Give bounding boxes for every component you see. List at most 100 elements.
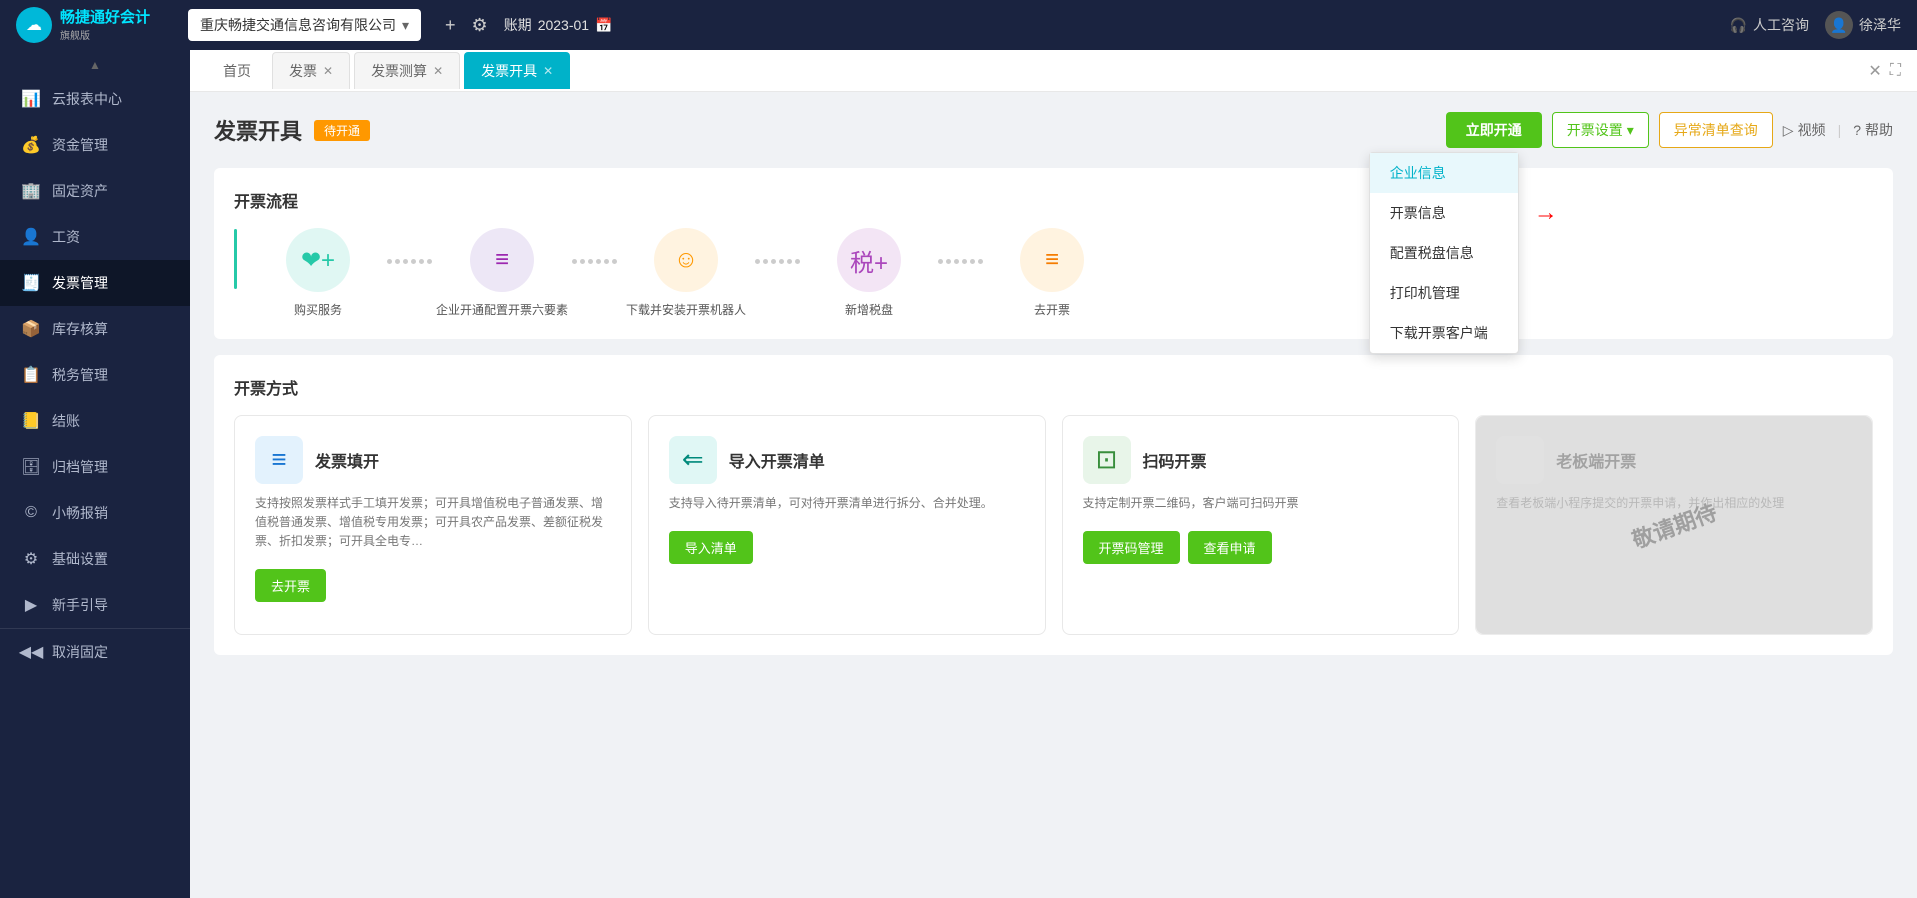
dropdown-item-2[interactable]: 配置税盘信息 bbox=[1370, 233, 1518, 273]
overlay-text-3: 敬请期待 bbox=[1627, 495, 1721, 555]
settings-button[interactable]: ⚙ bbox=[468, 11, 492, 40]
sidebar-item-归档管理[interactable]: 🗄 归档管理 bbox=[0, 444, 190, 490]
flow-step-3: 税+ 新增税盘 bbox=[804, 228, 934, 319]
settings-dropdown-menu: 企业信息开票信息配置税盘信息打印机管理下载开票客户端 → bbox=[1369, 152, 1519, 354]
flow-step-icon-4: ≡ bbox=[1020, 228, 1084, 292]
play-icon: ▷ bbox=[1783, 122, 1794, 139]
logo-sub: 旗舰版 bbox=[60, 27, 150, 42]
tab-close-all-button[interactable]: ✕ bbox=[1868, 61, 1881, 81]
flow-step-icon-1: ≡ bbox=[470, 228, 534, 292]
sidebar-item-固定资产[interactable]: 🏢 固定资产 bbox=[0, 168, 190, 214]
method-card-0: ≡ 发票填开 支持按照发票样式手工填开发票；可开具增值税电子普通发票、增值税普通… bbox=[234, 415, 632, 635]
method-card-3: 老板端开票 查看老板端小程序提交的开票申请，并作出相应的处理 敬请期待 bbox=[1475, 415, 1873, 635]
flow-step-label-0: 购买服务 bbox=[294, 302, 342, 319]
method-header-1: ⇐ 导入开票清单 bbox=[669, 436, 1025, 484]
help-button[interactable]: ? 帮助 bbox=[1853, 120, 1893, 140]
avatar: 👤 bbox=[1825, 11, 1853, 39]
method-title-0: 发票填开 bbox=[315, 448, 379, 472]
sidebar-label-3: 工资 bbox=[52, 227, 80, 247]
method-action1-0[interactable]: 去开票 bbox=[255, 569, 326, 602]
page-header: 发票开具 待开通 立即开通 开票设置 ▾ 企业信息开票信息配置税盘信息打印机管理… bbox=[214, 112, 1893, 148]
methods-section: 开票方式 ≡ 发票填开 支持按照发票样式手工填开发票；可开具增值税电子普通发票、… bbox=[214, 355, 1893, 655]
dropdown-item-3[interactable]: 打印机管理 bbox=[1370, 273, 1518, 313]
flow-connector-0 bbox=[383, 259, 436, 264]
cancel-pin-icon: ◀◀ bbox=[20, 641, 42, 663]
activate-button[interactable]: 立即开通 bbox=[1446, 112, 1542, 148]
company-selector[interactable]: 重庆畅捷交通信息咨询有限公司 ▾ bbox=[188, 9, 421, 41]
sidebar-item-云报表中心[interactable]: 📊 云报表中心 bbox=[0, 76, 190, 122]
method-icon-0: ≡ bbox=[255, 436, 303, 484]
period-label: 账期 bbox=[504, 15, 532, 35]
dropdown-item-4[interactable]: 下载开票客户端 bbox=[1370, 313, 1518, 353]
top-right-area: 🎧 人工咨询 👤 徐泽华 bbox=[1730, 11, 1901, 39]
user-area[interactable]: 👤 徐泽华 bbox=[1825, 11, 1901, 39]
abnormal-list-button[interactable]: 异常清单查询 bbox=[1659, 112, 1773, 148]
sidebar-label-0: 云报表中心 bbox=[52, 89, 122, 109]
page-header-actions: 立即开通 开票设置 ▾ 企业信息开票信息配置税盘信息打印机管理下载开票客户端 → bbox=[1446, 112, 1893, 148]
tab-label-3: 发票开具 bbox=[481, 61, 537, 81]
sidebar-item-库存核算[interactable]: 📦 库存核算 bbox=[0, 306, 190, 352]
tab-close-2[interactable]: ✕ bbox=[433, 64, 443, 78]
settings-dropdown-button[interactable]: 开票设置 ▾ bbox=[1552, 112, 1649, 148]
page-content: 发票开具 待开通 立即开通 开票设置 ▾ 企业信息开票信息配置税盘信息打印机管理… bbox=[190, 92, 1917, 898]
tab-close-1[interactable]: ✕ bbox=[323, 64, 333, 78]
flow-step-label-1: 企业开通配置开票六要素 bbox=[436, 302, 568, 319]
flow-step-icon-3: 税+ bbox=[837, 228, 901, 292]
sidebar-item-发票管理[interactable]: 🧾 发票管理 bbox=[0, 260, 190, 306]
consulting-label: 人工咨询 bbox=[1753, 15, 1809, 35]
add-tab-button[interactable]: + bbox=[441, 11, 460, 40]
method-overlay-3: 敬请期待 bbox=[1476, 416, 1872, 634]
sidebar-item-小畅报销[interactable]: © 小畅报销 bbox=[0, 490, 190, 536]
username: 徐泽华 bbox=[1859, 15, 1901, 35]
method-action1-2[interactable]: 开票码管理 bbox=[1083, 531, 1180, 564]
flow-step-label-3: 新增税盘 bbox=[845, 302, 893, 319]
sidebar-scroll-up[interactable]: ▲ bbox=[89, 58, 101, 72]
dropdown-item-0[interactable]: 企业信息 bbox=[1370, 153, 1518, 193]
method-action2-2[interactable]: 查看申请 bbox=[1188, 531, 1272, 564]
sidebar-item-cancel-pin[interactable]: ◀◀ 取消固定 bbox=[0, 629, 190, 675]
sidebar-item-工资[interactable]: 👤 工资 bbox=[0, 214, 190, 260]
tab-fullscreen-button[interactable]: ⛶ bbox=[1890, 61, 1901, 81]
method-desc-0: 支持按照发票样式手工填开发票；可开具增值税电子普通发票、增值税普通发票、增值税专… bbox=[255, 494, 611, 552]
method-action1-1[interactable]: 导入清单 bbox=[669, 531, 753, 564]
methods-grid: ≡ 发票填开 支持按照发票样式手工填开发票；可开具增值税电子普通发票、增值税普通… bbox=[234, 415, 1873, 635]
method-title-2: 扫码开票 bbox=[1143, 448, 1207, 472]
sidebar-item-税务管理[interactable]: 📋 税务管理 bbox=[0, 352, 190, 398]
sidebar-icon-4: 🧾 bbox=[20, 272, 42, 294]
method-card-2: ⊡ 扫码开票 支持定制开票二维码，客户端可扫码开票 开票码管理查看申请 bbox=[1062, 415, 1460, 635]
method-header-2: ⊡ 扫码开票 bbox=[1083, 436, 1439, 484]
method-card-1: ⇐ 导入开票清单 支持导入待开票清单，可对待开票清单进行拆分、合并处理。 导入清… bbox=[648, 415, 1046, 635]
sidebar-item-新手引导[interactable]: ▶ 新手引导 bbox=[0, 582, 190, 628]
period-info: 账期 2023-01 📅 bbox=[504, 15, 613, 35]
tab-首页[interactable]: 首页 bbox=[206, 52, 268, 89]
flow-step-label-2: 下载并安装开票机器人 bbox=[626, 302, 746, 319]
flow-step-icon-0: ❤+ bbox=[286, 228, 350, 292]
method-actions-2: 开票码管理查看申请 bbox=[1083, 531, 1439, 564]
red-arrow-indicator: → bbox=[1534, 199, 1558, 227]
method-desc-1: 支持导入待开票清单，可对待开票清单进行拆分、合并处理。 bbox=[669, 494, 1025, 513]
content-area: 首页发票✕发票测算✕发票开具✕ ✕ ⛶ 发票开具 待开通 立即开通 开票设置 bbox=[190, 50, 1917, 898]
tab-发票测算[interactable]: 发票测算✕ bbox=[354, 52, 460, 89]
topbar-actions: + ⚙ bbox=[441, 11, 492, 40]
consulting-button[interactable]: 🎧 人工咨询 bbox=[1730, 15, 1809, 35]
tab-label-0: 首页 bbox=[223, 61, 251, 81]
page-title: 发票开具 bbox=[214, 114, 302, 146]
sidebar-icon-11: ▶ bbox=[20, 594, 42, 616]
sidebar-item-结账[interactable]: 📒 结账 bbox=[0, 398, 190, 444]
headset-icon: 🎧 bbox=[1730, 17, 1747, 34]
dropdown-item-1[interactable]: 开票信息 bbox=[1370, 193, 1518, 233]
sidebar-item-资金管理[interactable]: 💰 资金管理 bbox=[0, 122, 190, 168]
video-button[interactable]: ▷ 视频 bbox=[1783, 120, 1826, 140]
tab-发票开具[interactable]: 发票开具 ✕ bbox=[464, 52, 570, 89]
sidebar-label-8: 归档管理 bbox=[52, 457, 108, 477]
period-calendar-icon[interactable]: 📅 bbox=[595, 17, 612, 34]
method-title-1: 导入开票清单 bbox=[729, 448, 825, 472]
tab-close-3[interactable]: ✕ bbox=[543, 64, 553, 78]
company-name: 重庆畅捷交通信息咨询有限公司 bbox=[200, 15, 396, 35]
method-icon-2: ⊡ bbox=[1083, 436, 1131, 484]
flow-step-2: ☺下载并安装开票机器人 bbox=[621, 228, 751, 319]
tab-发票[interactable]: 发票✕ bbox=[272, 52, 350, 89]
sidebar-item-基础设置[interactable]: ⚙ 基础设置 bbox=[0, 536, 190, 582]
method-desc-2: 支持定制开票二维码，客户端可扫码开票 bbox=[1083, 494, 1439, 513]
flow-step-4: ≡去开票 bbox=[987, 228, 1117, 319]
